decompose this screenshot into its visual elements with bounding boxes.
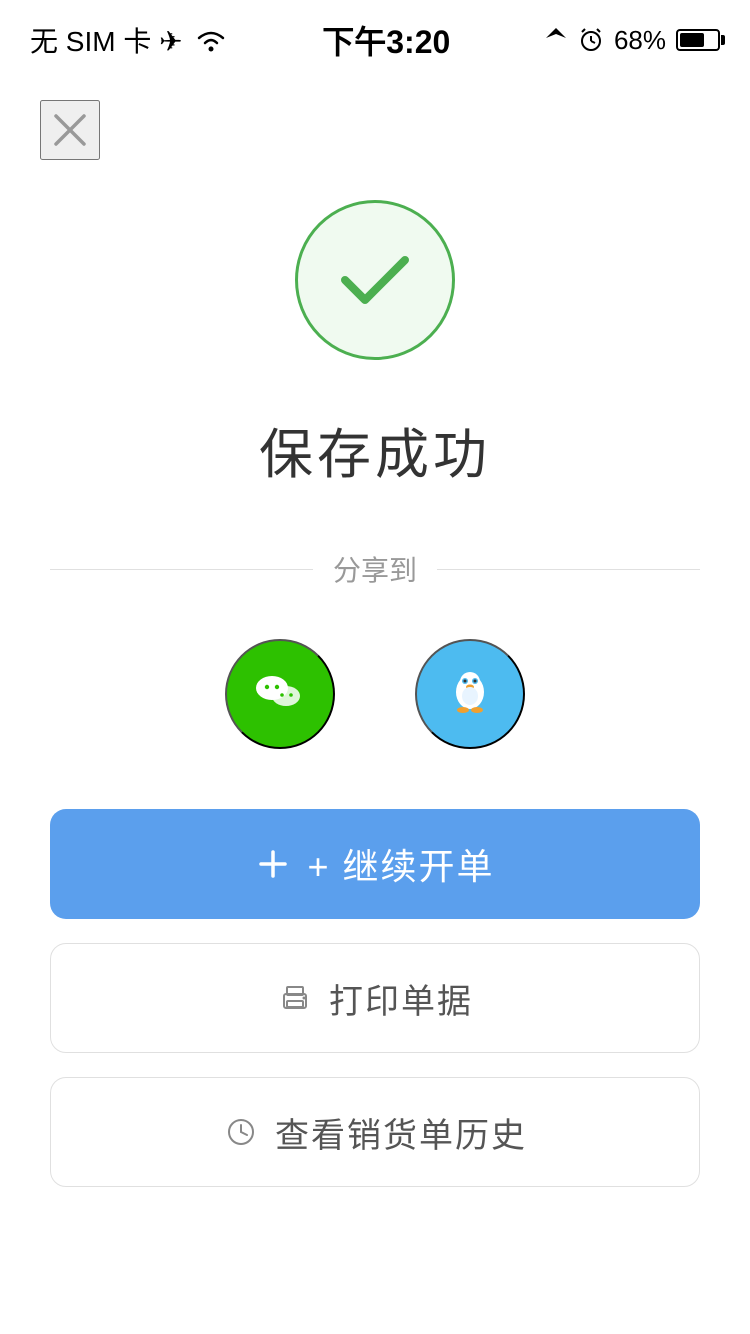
- alarm-icon: [578, 26, 604, 54]
- close-button[interactable]: [40, 100, 100, 160]
- status-time: 下午3:20: [322, 17, 450, 63]
- continue-button[interactable]: + 继续开单: [50, 809, 700, 919]
- plus-icon: [255, 846, 291, 882]
- battery-icon-container: [676, 29, 720, 51]
- location-icon: [544, 26, 568, 54]
- status-left: 无 SIM 卡 ✈: [30, 20, 229, 60]
- wechat-icon: [248, 662, 312, 726]
- qq-share-button[interactable]: [415, 639, 525, 749]
- battery-icon: [676, 29, 720, 51]
- printer-icon: [277, 980, 313, 1016]
- battery-fill: [680, 33, 704, 47]
- share-label: 分享到: [333, 549, 417, 589]
- share-section: 分享到: [50, 549, 700, 749]
- main-content: 保存成功 分享到: [0, 180, 750, 1334]
- wifi-icon: [193, 26, 229, 54]
- checkmark-icon: [330, 235, 420, 325]
- print-label: 打印单据: [329, 974, 473, 1023]
- qq-icon: [438, 662, 502, 726]
- action-buttons: + 继续开单 打印单据 查看销货单历史: [50, 809, 700, 1187]
- no-sim-label: 无 SIM 卡 ✈: [30, 20, 183, 60]
- close-icon: [48, 108, 92, 152]
- divider-right: [437, 569, 700, 570]
- success-icon-circle: [295, 200, 455, 360]
- close-area: [0, 80, 750, 180]
- status-right: 68%: [544, 25, 720, 56]
- status-bar: 无 SIM 卡 ✈ 下午3:20 68%: [0, 0, 750, 80]
- battery-percentage: 68%: [614, 25, 666, 56]
- share-icons-row: [50, 639, 700, 749]
- share-divider: 分享到: [50, 549, 700, 589]
- history-label: 查看销货单历史: [275, 1108, 527, 1157]
- history-button[interactable]: 查看销货单历史: [50, 1077, 700, 1187]
- success-title: 保存成功: [259, 410, 491, 489]
- divider-left: [50, 569, 313, 570]
- clock-icon: [223, 1114, 259, 1150]
- continue-label: + 继续开单: [307, 838, 494, 890]
- wechat-share-button[interactable]: [225, 639, 335, 749]
- print-button[interactable]: 打印单据: [50, 943, 700, 1053]
